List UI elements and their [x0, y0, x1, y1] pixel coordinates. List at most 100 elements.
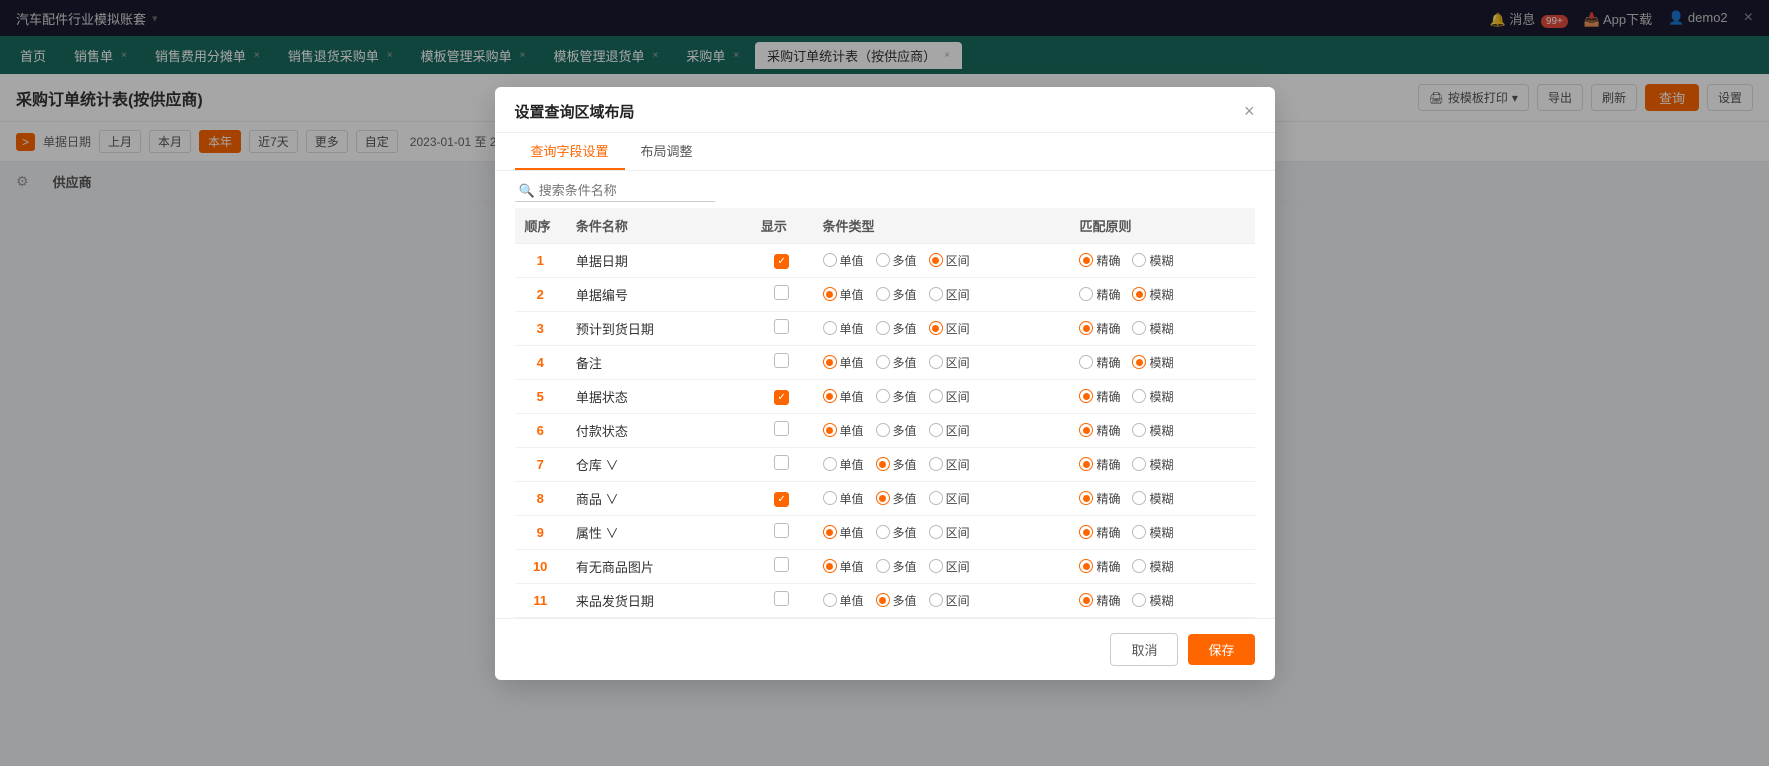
radio-match-exact[interactable]: 精确: [1079, 286, 1120, 303]
search-input[interactable]: [539, 183, 699, 198]
radio-type-single[interactable]: 单值: [823, 592, 864, 609]
radio-type-multi[interactable]: 多值: [876, 320, 917, 337]
radio-type-multi[interactable]: 多值: [876, 422, 917, 439]
cancel-button[interactable]: 取消: [1110, 633, 1178, 666]
checkbox[interactable]: [774, 319, 789, 334]
radio-match-exact[interactable]: 精确: [1079, 388, 1120, 405]
row-match-radios: 精确模糊: [1069, 277, 1254, 311]
radio-type-single[interactable]: 单值: [823, 354, 864, 371]
row-display-checkbox[interactable]: [751, 549, 813, 583]
radio-type-single[interactable]: 单值: [823, 286, 864, 303]
radio-type-range[interactable]: 区间: [929, 592, 970, 609]
row-display-checkbox[interactable]: [751, 311, 813, 345]
checkbox[interactable]: [774, 421, 789, 436]
radio-circle: [1079, 287, 1093, 301]
radio-type-multi[interactable]: 多值: [876, 388, 917, 405]
radio-match-exact[interactable]: 精确: [1079, 252, 1120, 269]
checkbox[interactable]: [774, 492, 789, 507]
radio-type-multi[interactable]: 多值: [876, 252, 917, 269]
radio-label: 精确: [1096, 354, 1120, 371]
radio-type-range[interactable]: 区间: [929, 558, 970, 575]
radio-type-multi[interactable]: 多值: [876, 592, 917, 609]
radio-circle: [1079, 321, 1093, 335]
radio-type-multi[interactable]: 多值: [876, 490, 917, 507]
dialog-tab-layout[interactable]: 布局调整: [625, 133, 709, 170]
radio-type-range[interactable]: 区间: [929, 286, 970, 303]
radio-label: 模糊: [1149, 490, 1173, 507]
radio-match-fuzzy[interactable]: 模糊: [1132, 252, 1173, 269]
radio-match-fuzzy[interactable]: 模糊: [1132, 490, 1173, 507]
radio-match-exact[interactable]: 精确: [1079, 592, 1120, 609]
row-display-checkbox[interactable]: [751, 243, 813, 277]
radio-match-fuzzy[interactable]: 模糊: [1132, 456, 1173, 473]
radio-label: 区间: [946, 592, 970, 609]
row-display-checkbox[interactable]: [751, 481, 813, 515]
row-display-checkbox[interactable]: [751, 447, 813, 481]
radio-match-fuzzy[interactable]: 模糊: [1132, 524, 1173, 541]
radio-type-multi[interactable]: 多值: [876, 456, 917, 473]
checkbox[interactable]: [774, 557, 789, 572]
radio-type-range[interactable]: 区间: [929, 456, 970, 473]
radio-type-single[interactable]: 单值: [823, 524, 864, 541]
radio-type-range[interactable]: 区间: [929, 252, 970, 269]
checkbox[interactable]: [774, 390, 789, 405]
checkbox[interactable]: [774, 254, 789, 269]
radio-type-range[interactable]: 区间: [929, 490, 970, 507]
dialog-close-button[interactable]: ×: [1244, 101, 1255, 122]
table-row: 8商品 ∨单值多值区间精确模糊: [515, 481, 1255, 515]
radio-match-fuzzy[interactable]: 模糊: [1132, 320, 1173, 337]
radio-match-fuzzy[interactable]: 模糊: [1132, 388, 1173, 405]
row-display-checkbox[interactable]: [751, 277, 813, 311]
radio-type-range[interactable]: 区间: [929, 354, 970, 371]
radio-match-exact[interactable]: 精确: [1079, 558, 1120, 575]
radio-type-multi[interactable]: 多值: [876, 354, 917, 371]
row-display-checkbox[interactable]: [751, 345, 813, 379]
checkbox[interactable]: [774, 285, 789, 300]
row-display-checkbox[interactable]: [751, 379, 813, 413]
dialog-tab-query-fields[interactable]: 查询字段设置: [515, 133, 625, 170]
radio-match-exact[interactable]: 精确: [1079, 354, 1120, 371]
radio-match-exact[interactable]: 精确: [1079, 490, 1120, 507]
radio-match-fuzzy[interactable]: 模糊: [1132, 592, 1173, 609]
row-display-checkbox[interactable]: [751, 583, 813, 617]
radio-type-single[interactable]: 单值: [823, 490, 864, 507]
radio-circle: [1132, 287, 1146, 301]
radio-label: 多值: [893, 490, 917, 507]
table-row: 4备注单值多值区间精确模糊: [515, 345, 1255, 379]
radio-type-range[interactable]: 区间: [929, 320, 970, 337]
radio-type-single[interactable]: 单值: [823, 252, 864, 269]
radio-circle: [876, 525, 890, 539]
save-button[interactable]: 保存: [1188, 634, 1254, 665]
radio-match-exact[interactable]: 精确: [1079, 524, 1120, 541]
radio-type-single[interactable]: 单值: [823, 320, 864, 337]
radio-type-range[interactable]: 区间: [929, 388, 970, 405]
checkbox[interactable]: [774, 591, 789, 606]
radio-type-single[interactable]: 单值: [823, 558, 864, 575]
radio-match-exact[interactable]: 精确: [1079, 320, 1120, 337]
radio-match-exact[interactable]: 精确: [1079, 456, 1120, 473]
radio-match-fuzzy[interactable]: 模糊: [1132, 558, 1173, 575]
radio-type-multi[interactable]: 多值: [876, 286, 917, 303]
row-order: 7: [515, 447, 566, 481]
radio-type-single[interactable]: 单值: [823, 388, 864, 405]
radio-type-single[interactable]: 单值: [823, 422, 864, 439]
radio-type-range[interactable]: 区间: [929, 422, 970, 439]
th-match: 匹配原则: [1069, 208, 1254, 244]
radio-match-exact[interactable]: 精确: [1079, 422, 1120, 439]
row-display-checkbox[interactable]: [751, 515, 813, 549]
radio-label: 模糊: [1149, 354, 1173, 371]
checkbox[interactable]: [774, 523, 789, 538]
checkbox[interactable]: [774, 455, 789, 470]
radio-type-multi[interactable]: 多值: [876, 558, 917, 575]
row-display-checkbox[interactable]: [751, 413, 813, 447]
radio-match-fuzzy[interactable]: 模糊: [1132, 354, 1173, 371]
radio-type-multi[interactable]: 多值: [876, 524, 917, 541]
row-match-radios: 精确 模糊: [1069, 345, 1254, 379]
radio-match-fuzzy[interactable]: 模糊: [1132, 286, 1173, 303]
radio-match-fuzzy[interactable]: 模糊: [1132, 422, 1173, 439]
row-condition-name: 有无商品图片: [566, 549, 751, 583]
checkbox[interactable]: [774, 353, 789, 368]
radio-type-range[interactable]: 区间: [929, 524, 970, 541]
radio-type-single[interactable]: 单值: [823, 456, 864, 473]
radio-circle: [823, 355, 837, 369]
